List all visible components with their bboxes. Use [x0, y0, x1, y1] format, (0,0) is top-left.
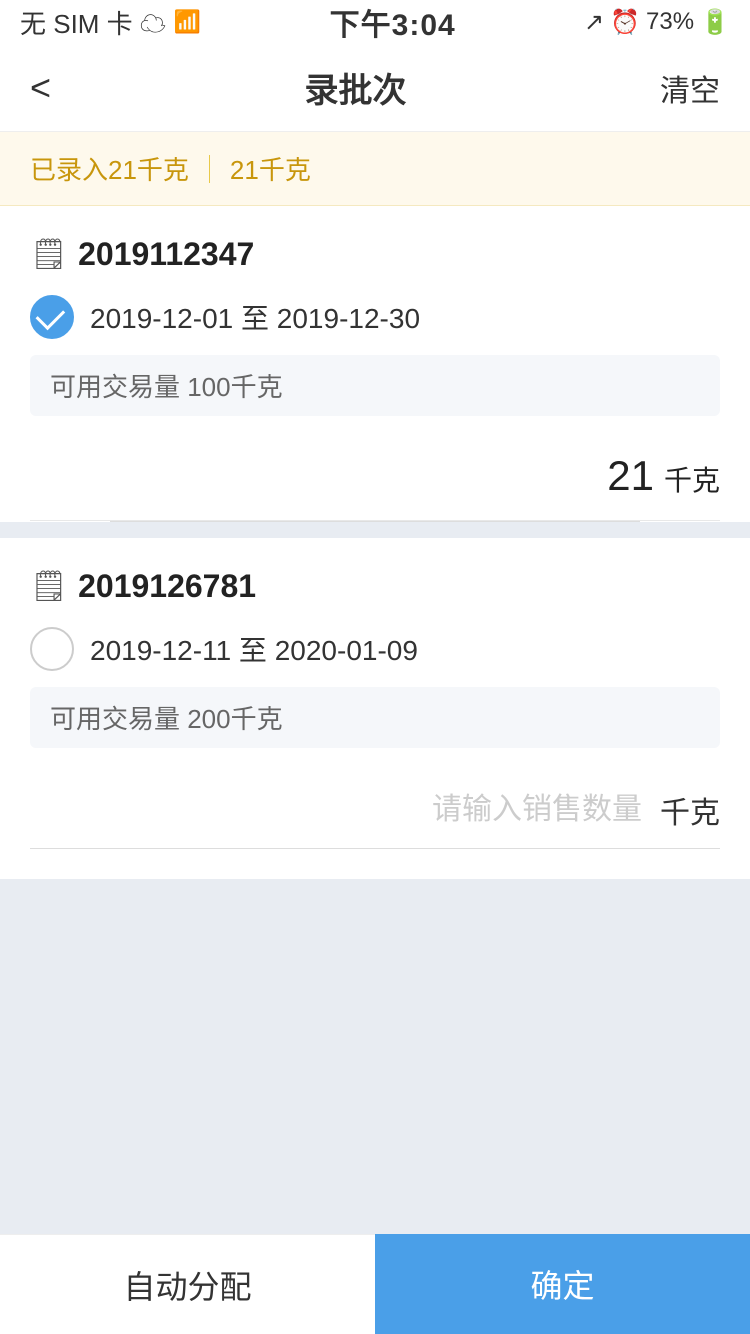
date-range-2: 2019-12-11 至 2020-01-09 — [90, 629, 418, 669]
card-header-2: 🗒 2019126781 — [30, 568, 720, 605]
recorded-label: 已录入21千克 — [30, 150, 189, 187]
qty-input-row: 千克 — [30, 768, 720, 848]
batch-id-2: 2019126781 — [78, 568, 256, 605]
recorded-value: 21千克 — [230, 150, 311, 187]
confirm-button[interactable]: 确定 — [375, 1234, 750, 1334]
status-left: 无 SIM 卡 ☁ 📶 — [20, 4, 201, 41]
status-right: ↗ ⏰ 73% 🔋 — [584, 8, 730, 37]
amount-unit-1: 千克 — [664, 459, 720, 499]
back-button[interactable]: < — [30, 67, 51, 109]
date-range-1: 2019-12-01 至 2019-12-30 — [90, 297, 420, 337]
auto-distribute-button[interactable]: 自动分配 — [0, 1234, 375, 1334]
section-divider — [0, 522, 750, 538]
section-divider-2 — [0, 879, 750, 895]
card-header-1: 🗒 2019112347 — [30, 236, 720, 273]
amount-value-1: 21 — [607, 452, 654, 500]
page-title: 录批次 — [305, 63, 407, 112]
available-qty-2: 可用交易量 200千克 — [30, 687, 720, 748]
alarm-icon: ⏰ — [610, 8, 640, 37]
clear-button[interactable]: 清空 — [660, 66, 720, 110]
radio-button-1[interactable] — [30, 295, 74, 339]
document-icon-2: 🗒 — [30, 569, 68, 604]
amount-row-1: 21 千克 — [30, 436, 720, 521]
qty-input[interactable] — [30, 793, 642, 827]
nav-bar: < 录批次 清空 — [0, 44, 750, 132]
input-section: 千克 — [30, 768, 720, 879]
input-unit: 千克 — [660, 788, 720, 832]
status-bar: 无 SIM 卡 ☁ 📶 下午3:04 ↗ ⏰ 73% 🔋 — [0, 0, 750, 44]
card-row-2[interactable]: 2019-12-11 至 2020-01-09 — [30, 617, 720, 687]
banner-divider — [209, 155, 210, 183]
bottom-bar: 自动分配 确定 — [0, 1234, 750, 1334]
batch-card-2: 🗒 2019126781 2019-12-11 至 2020-01-09 可用交… — [0, 538, 750, 879]
wifi-icon: 📶 — [174, 9, 201, 35]
no-sim-text: 无 SIM 卡 ☁ — [20, 4, 166, 41]
battery-text: 73% — [646, 8, 694, 36]
card-row-1[interactable]: 2019-12-01 至 2019-12-30 — [30, 285, 720, 355]
document-icon-1: 🗒 — [30, 237, 68, 272]
status-time: 下午3:04 — [330, 0, 456, 44]
radio-button-2[interactable] — [30, 627, 74, 671]
batch-card-1: 🗒 2019112347 2019-12-01 至 2019-12-30 可用交… — [0, 206, 750, 522]
location-icon: ↗ — [584, 8, 604, 37]
available-qty-1: 可用交易量 100千克 — [30, 355, 720, 416]
battery-icon: 🔋 — [700, 8, 730, 37]
batch-id-1: 2019112347 — [78, 236, 254, 273]
info-banner: 已录入21千克 21千克 — [0, 132, 750, 206]
